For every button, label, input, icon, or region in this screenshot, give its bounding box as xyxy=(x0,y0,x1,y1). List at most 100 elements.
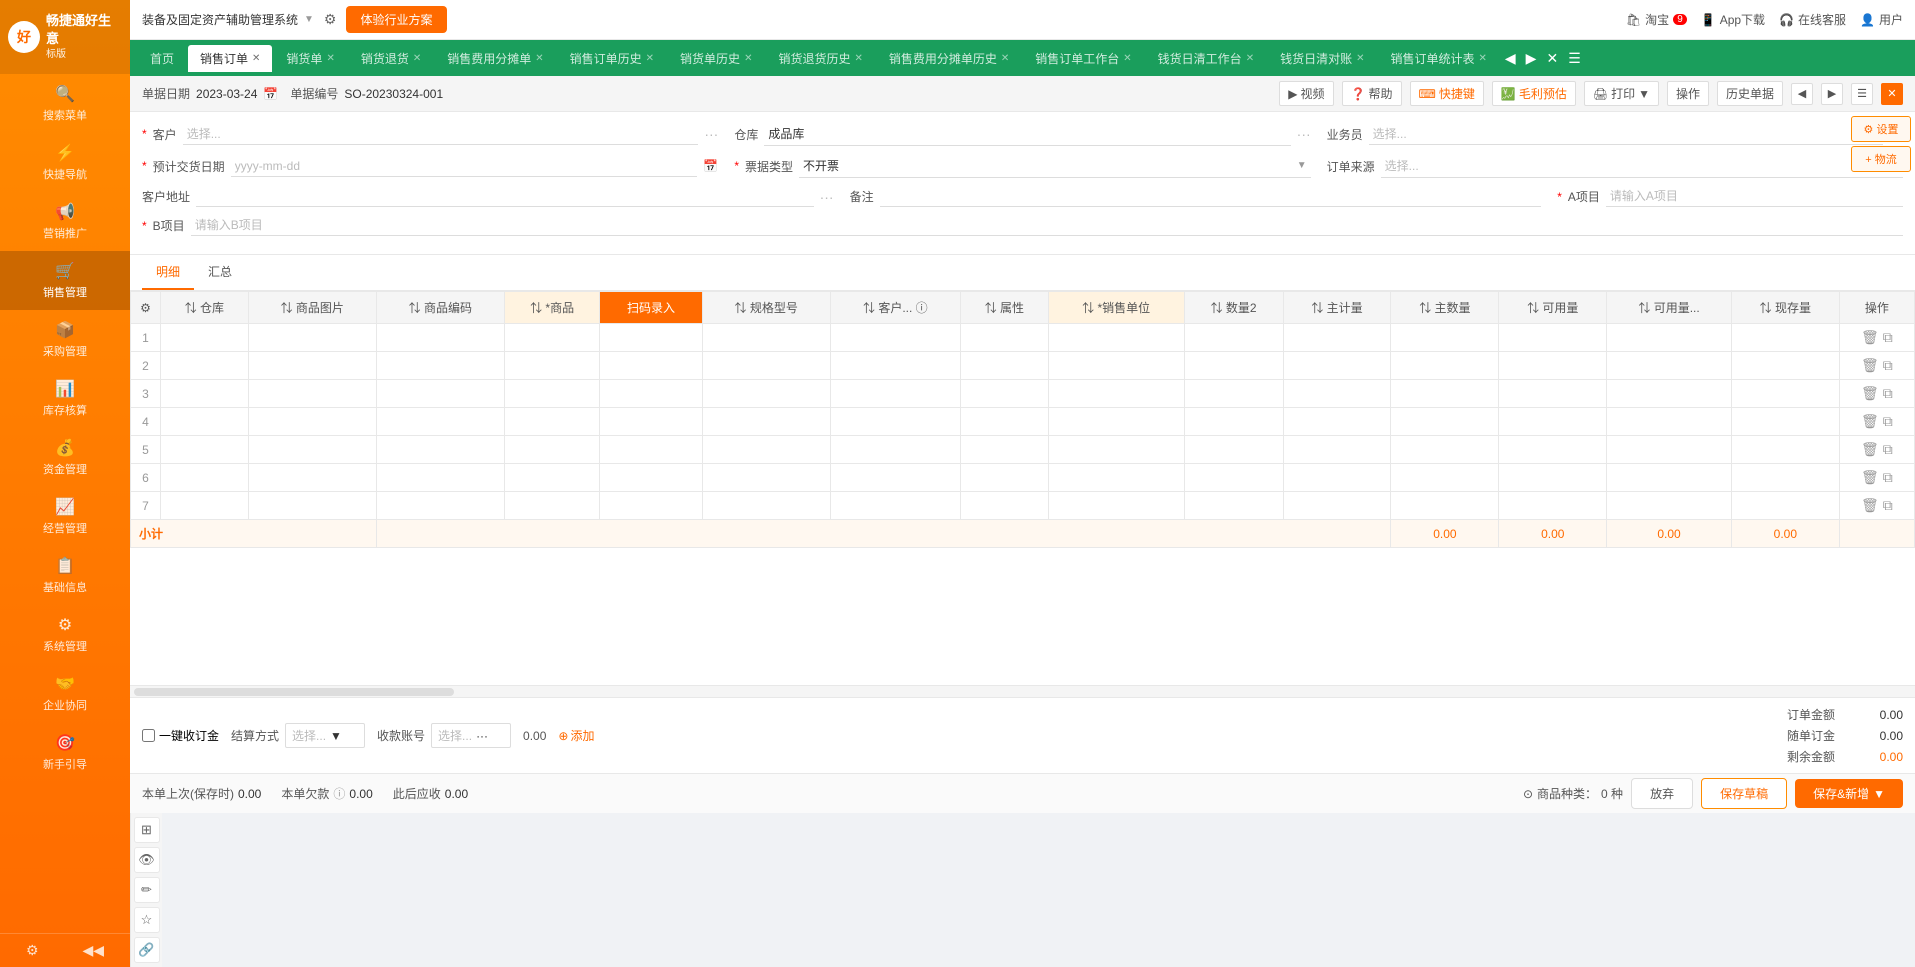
row-2-unit[interactable] xyxy=(1048,352,1184,380)
row-2-available2[interactable] xyxy=(1607,352,1732,380)
row-3-spec[interactable] xyxy=(702,380,830,408)
tab-sales-order-history-close[interactable]: ✕ xyxy=(646,53,654,64)
solution-button[interactable]: 体验行业方案 xyxy=(346,6,446,33)
row-4-spec[interactable] xyxy=(702,408,830,436)
row-7-unit[interactable] xyxy=(1048,492,1184,520)
close-page-btn[interactable]: ✕ xyxy=(1881,83,1903,105)
row-2-code[interactable] xyxy=(376,352,504,380)
th-attribute[interactable]: ⇅ 属性 xyxy=(960,292,1048,324)
row-7-image[interactable] xyxy=(248,492,376,520)
row-2-customer-code[interactable] xyxy=(830,352,960,380)
row-1-customer-code[interactable] xyxy=(830,324,960,352)
order-source-select[interactable]: 选择... ▼ xyxy=(1381,154,1903,178)
tab-fee-history-close[interactable]: ✕ xyxy=(1001,53,1009,64)
row-2-stock[interactable] xyxy=(1731,352,1839,380)
tab-sales-return-close[interactable]: ✕ xyxy=(413,53,421,64)
row-1-image[interactable] xyxy=(248,324,376,352)
row-7-stock[interactable] xyxy=(1731,492,1839,520)
address-more-icon[interactable]: ··· xyxy=(820,189,834,205)
row-5-goods[interactable] xyxy=(504,436,600,464)
tab-menu-icon[interactable]: ☰ xyxy=(1564,48,1585,69)
save-draft-button[interactable]: 保存草稿 xyxy=(1701,778,1787,809)
row-5-main-qty[interactable] xyxy=(1391,436,1499,464)
row-1-unit[interactable] xyxy=(1048,324,1184,352)
row-3-unit[interactable] xyxy=(1048,380,1184,408)
taobao-link[interactable]: 🛍 淘宝 9 xyxy=(1626,11,1687,28)
row-1-available2[interactable] xyxy=(1607,324,1732,352)
row-7-warehouse[interactable] xyxy=(161,492,249,520)
tab-sales-order-history[interactable]: 销售订单历史 ✕ xyxy=(558,45,666,72)
row-3-stock[interactable] xyxy=(1731,380,1839,408)
tab-return-history[interactable]: 销货退货历史 ✕ xyxy=(766,45,874,72)
warehouse-more-icon[interactable]: ··· xyxy=(1297,126,1311,142)
customer-more-icon[interactable]: ··· xyxy=(704,126,718,142)
row-4-customer-code[interactable] xyxy=(830,408,960,436)
tab-return-history-close[interactable]: ✕ xyxy=(854,53,862,64)
row-4-scan[interactable] xyxy=(600,408,702,436)
sidebar-item-purchase[interactable]: 📦 采购管理 xyxy=(0,310,130,369)
row-2-goods[interactable] xyxy=(504,352,600,380)
row-3-available[interactable] xyxy=(1499,380,1607,408)
row-7-available[interactable] xyxy=(1499,492,1607,520)
row-3-code[interactable] xyxy=(376,380,504,408)
scroll-thumb[interactable] xyxy=(134,688,454,696)
tab-home[interactable]: 首页 xyxy=(138,45,186,72)
delivery-calendar-icon[interactable]: 📅 xyxy=(703,159,718,173)
row-5-unit[interactable] xyxy=(1048,436,1184,464)
row-1-main-qty[interactable] xyxy=(1391,324,1499,352)
th-main-unit[interactable]: ⇅ 主计量 xyxy=(1283,292,1391,324)
logistics-btn[interactable]: + 物流 xyxy=(1851,146,1911,172)
ops-btn[interactable]: 操作 xyxy=(1667,81,1709,106)
row-1-goods[interactable] xyxy=(504,324,600,352)
tab-sales-goods-history[interactable]: 销货单历史 ✕ xyxy=(668,45,764,72)
row-6-stock[interactable] xyxy=(1731,464,1839,492)
th-code[interactable]: ⇅ 商品编码 xyxy=(376,292,504,324)
b-project-input[interactable] xyxy=(191,215,1903,236)
th-stock[interactable]: ⇅ 现存量 xyxy=(1731,292,1839,324)
row-3-image[interactable] xyxy=(248,380,376,408)
row-2-copy-icon[interactable]: ⧉ xyxy=(1883,357,1893,374)
tab-order-stats[interactable]: 销售订单统计表 ✕ xyxy=(1378,45,1498,72)
row-2-main-unit[interactable] xyxy=(1283,352,1391,380)
row-7-spec[interactable] xyxy=(702,492,830,520)
th-main-qty[interactable]: ⇅ 主数量 xyxy=(1391,292,1499,324)
th-qty2[interactable]: ⇅ 数量2 xyxy=(1184,292,1283,324)
row-4-goods[interactable] xyxy=(504,408,600,436)
row-3-goods[interactable] xyxy=(504,380,600,408)
th-settings[interactable]: ⚙ xyxy=(131,292,161,324)
row-5-attribute[interactable] xyxy=(960,436,1048,464)
row-7-main-qty[interactable] xyxy=(1391,492,1499,520)
discard-button[interactable]: 放弃 xyxy=(1631,778,1693,809)
row-3-scan[interactable] xyxy=(600,380,702,408)
one-click-checkbox-input[interactable] xyxy=(142,729,155,742)
tab-sales-goods[interactable]: 销货单 ✕ xyxy=(274,45,346,72)
sidebar-item-operations[interactable]: 📈 经营管理 xyxy=(0,487,130,546)
tab-close-all-icon[interactable]: ✕ xyxy=(1542,48,1562,69)
row-6-available2[interactable] xyxy=(1607,464,1732,492)
tab-sales-order[interactable]: 销售订单 ✕ xyxy=(188,45,272,72)
row-7-main-unit[interactable] xyxy=(1283,492,1391,520)
row-3-qty2[interactable] xyxy=(1184,380,1283,408)
profit-btn[interactable]: 💹 毛利预估 xyxy=(1492,81,1576,106)
row-7-available2[interactable] xyxy=(1607,492,1732,520)
row-6-image[interactable] xyxy=(248,464,376,492)
row-7-delete-icon[interactable]: 🗑 xyxy=(1861,497,1879,514)
row-2-image[interactable] xyxy=(248,352,376,380)
tab-summary[interactable]: 汇总 xyxy=(194,255,246,290)
save-new-button[interactable]: 保存&新增 ▼ xyxy=(1795,779,1903,808)
a-project-input[interactable] xyxy=(1606,186,1903,207)
row-6-available[interactable] xyxy=(1499,464,1607,492)
system-dropdown-icon[interactable]: ▼ xyxy=(304,14,314,25)
date-calendar-icon[interactable]: 📅 xyxy=(263,87,278,101)
right-panel-link-btn[interactable]: 🔗 xyxy=(134,937,160,963)
salesperson-input[interactable] xyxy=(1369,124,1883,145)
tab-sales-fee[interactable]: 销售费用分摊单 ✕ xyxy=(435,45,555,72)
th-image[interactable]: ⇅ 商品图片 xyxy=(248,292,376,324)
row-1-code[interactable] xyxy=(376,324,504,352)
tab-cash-workbench[interactable]: 钱货日清工作台 ✕ xyxy=(1146,45,1266,72)
th-customer-code[interactable]: ⇅ 客户... ⓘ xyxy=(830,292,960,324)
row-7-code[interactable] xyxy=(376,492,504,520)
row-5-warehouse[interactable] xyxy=(161,436,249,464)
row-2-main-qty[interactable] xyxy=(1391,352,1499,380)
row-7-customer-code[interactable] xyxy=(830,492,960,520)
